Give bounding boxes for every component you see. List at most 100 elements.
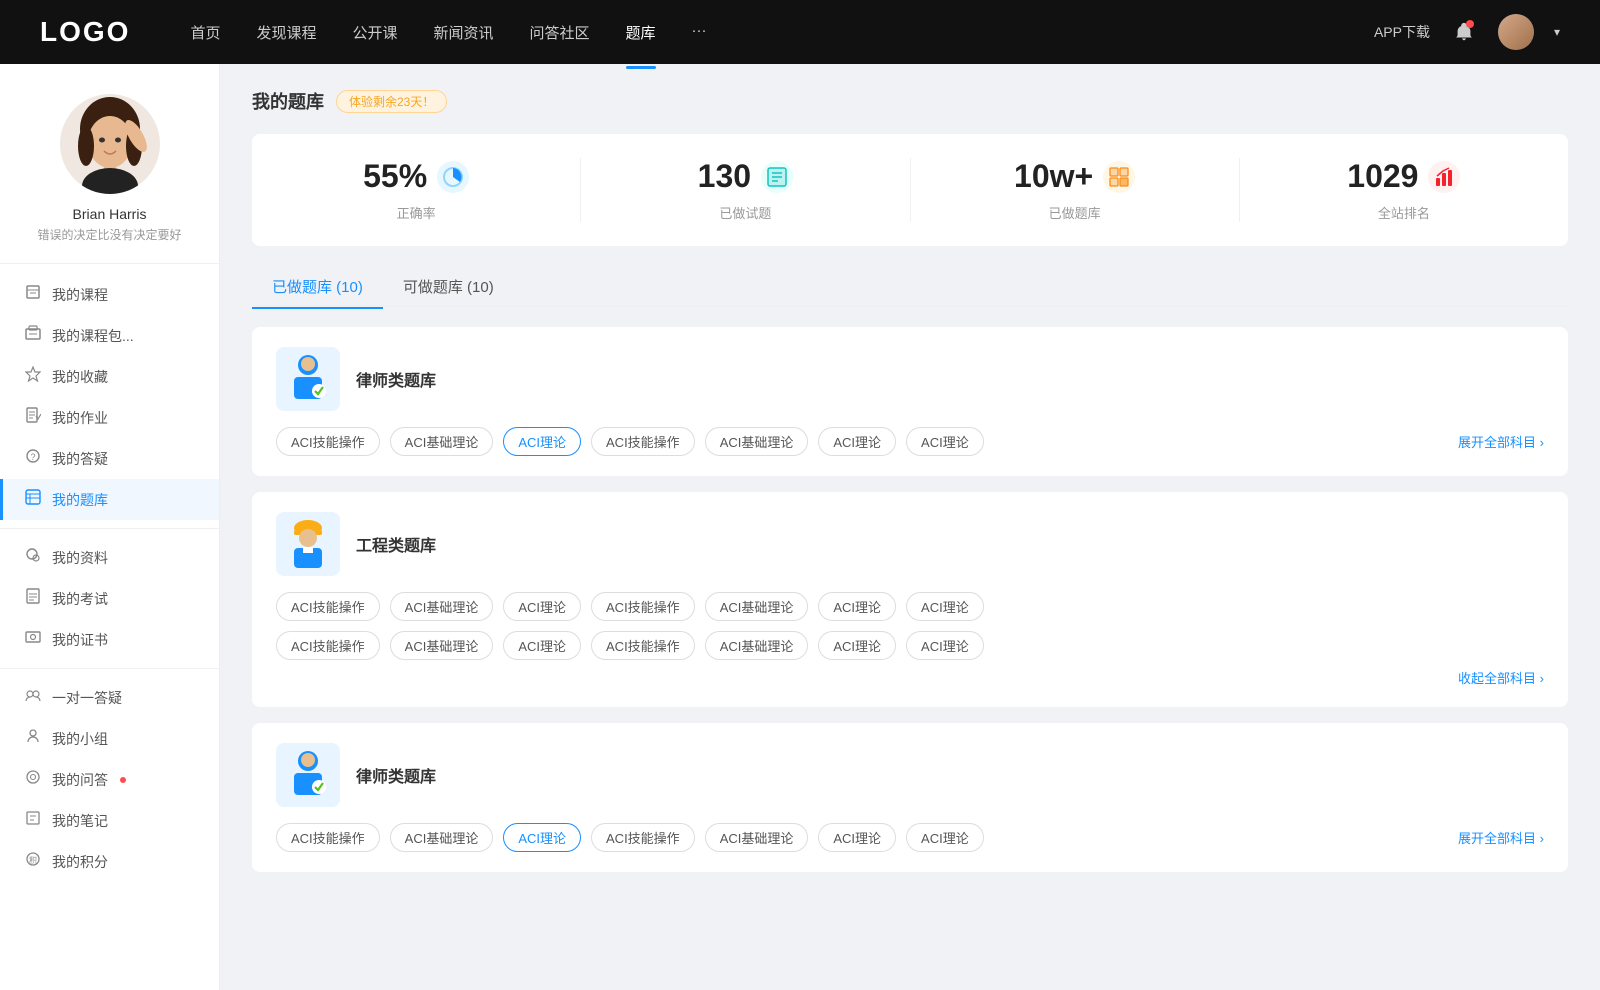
notification-dot <box>1466 20 1474 28</box>
qbank-icon-lawyer-2 <box>276 743 340 807</box>
subject-tag[interactable]: ACI理论 <box>818 823 896 852</box>
stat-done-questions-value: 130 <box>698 158 751 195</box>
sidebar-item-certificate[interactable]: 我的证书 <box>0 619 219 660</box>
sidebar-label-package: 我的课程包... <box>52 326 134 346</box>
notification-bell[interactable] <box>1450 18 1478 46</box>
sidebar-item-one2one[interactable]: 一对一答疑 <box>0 677 219 718</box>
top-navigation: LOGO 首页 发现课程 公开课 新闻资讯 问答社区 题库 ··· APP下载 … <box>0 0 1600 64</box>
stat-done-banks-value: 10w+ <box>1014 158 1093 195</box>
stat-accuracy-value: 55% <box>363 158 427 195</box>
sidebar-label-exam: 我的考试 <box>52 589 108 609</box>
nav-question-bank[interactable]: 题库 <box>626 18 656 47</box>
tab-available-banks[interactable]: 可做题库 (10) <box>383 266 514 307</box>
subject-tag[interactable]: ACI技能操作 <box>276 592 380 621</box>
exam-icon <box>24 588 42 609</box>
qbank-card-2: 工程类题库 ACI技能操作 ACI基础理论 ACI理论 ACI技能操作 ACI基… <box>252 492 1568 707</box>
subject-tag[interactable]: ACI理论 <box>906 427 984 456</box>
qbank-icon-lawyer-1 <box>276 347 340 411</box>
sidebar-item-qbank[interactable]: 我的题库 <box>0 479 219 520</box>
stat-accuracy-label: 正确率 <box>397 203 436 222</box>
sidebar-label-favorites: 我的收藏 <box>52 367 108 387</box>
subject-tag[interactable]: ACI技能操作 <box>276 823 380 852</box>
lawyer-figure-icon-2 <box>284 749 332 801</box>
sidebar-label-points: 我的积分 <box>52 852 108 872</box>
qbank-icon <box>24 489 42 510</box>
homework-icon <box>24 407 42 428</box>
subject-tag[interactable]: ACI基础理论 <box>705 631 809 660</box>
subject-tag[interactable]: ACI基础理论 <box>705 427 809 456</box>
subject-tag[interactable]: ACI理论 <box>818 427 896 456</box>
app-download-button[interactable]: APP下载 <box>1374 22 1430 42</box>
subject-tag-active[interactable]: ACI理论 <box>503 823 581 852</box>
subject-tag[interactable]: ACI理论 <box>818 592 896 621</box>
subject-tag[interactable]: ACI基础理论 <box>390 631 494 660</box>
subject-tag[interactable]: ACI技能操作 <box>591 631 695 660</box>
sidebar-profile: Brian Harris 错误的决定比没有决定要好 <box>0 84 219 264</box>
sidebar-item-package[interactable]: 我的课程包... <box>0 315 219 356</box>
lawyer-figure-icon <box>284 353 332 405</box>
nav-more[interactable]: ··· <box>692 18 707 47</box>
stat-done-banks: 10w+ 已做题库 <box>911 158 1240 222</box>
subject-tag[interactable]: ACI技能操作 <box>276 631 380 660</box>
page-title: 我的题库 <box>252 88 324 114</box>
user-menu-arrow[interactable]: ▾ <box>1554 25 1560 39</box>
subject-tag[interactable]: ACI理论 <box>818 631 896 660</box>
collapse-link-2: 收起全部科目 › <box>276 668 1544 687</box>
sidebar-item-course[interactable]: 我的课程 <box>0 274 219 315</box>
sidebar-item-homework[interactable]: 我的作业 <box>0 397 219 438</box>
svg-text:?: ? <box>30 452 35 462</box>
qbank-title-2: 工程类题库 <box>356 532 436 556</box>
sidebar: Brian Harris 错误的决定比没有决定要好 我的课程 我的课程包... <box>0 64 220 990</box>
user-avatar[interactable] <box>1498 14 1534 50</box>
stat-rank: 1029 全站排名 <box>1240 158 1568 222</box>
sidebar-item-question[interactable]: 我的问答 <box>0 759 219 800</box>
subjects-row-3: ACI技能操作 ACI基础理论 ACI理论 ACI技能操作 ACI基础理论 AC… <box>276 823 1544 852</box>
logo: LOGO <box>40 16 130 48</box>
sidebar-item-favorites[interactable]: 我的收藏 <box>0 356 219 397</box>
sidebar-item-qa[interactable]: ? 我的答疑 <box>0 438 219 479</box>
unread-dot <box>120 777 126 783</box>
sidebar-item-group[interactable]: 我的小组 <box>0 718 219 759</box>
nav-discover[interactable]: 发现课程 <box>256 18 316 47</box>
subject-tag[interactable]: ACI基础理论 <box>705 823 809 852</box>
subject-tag[interactable]: ACI理论 <box>906 592 984 621</box>
nav-home[interactable]: 首页 <box>190 18 220 47</box>
sidebar-label-one2one: 一对一答疑 <box>52 688 122 708</box>
main-layout: Brian Harris 错误的决定比没有决定要好 我的课程 我的课程包... <box>0 64 1600 990</box>
nav-right: APP下载 ▾ <box>1374 14 1560 50</box>
tab-done-banks[interactable]: 已做题库 (10) <box>252 266 383 307</box>
subject-tag[interactable]: ACI技能操作 <box>591 427 695 456</box>
subject-tag[interactable]: ACI理论 <box>503 631 581 660</box>
subject-tag[interactable]: ACI技能操作 <box>591 823 695 852</box>
subject-tag[interactable]: ACI理论 <box>906 823 984 852</box>
tabs-row: 已做题库 (10) 可做题库 (10) <box>252 266 1568 307</box>
sidebar-item-material[interactable]: 我的资料 <box>0 537 219 578</box>
subject-tag[interactable]: ACI理论 <box>503 592 581 621</box>
subject-tag[interactable]: ACI基础理论 <box>390 427 494 456</box>
nav-qa[interactable]: 问答社区 <box>530 18 590 47</box>
nav-open-course[interactable]: 公开课 <box>352 18 397 47</box>
stats-row: 55% 正确率 130 <box>252 134 1568 246</box>
avatar-image <box>60 94 160 194</box>
one2one-icon <box>24 687 42 708</box>
svg-text:积: 积 <box>29 855 37 865</box>
engineer-figure-icon <box>284 518 332 570</box>
collapse-button-2[interactable]: 收起全部科目 › <box>1458 668 1544 687</box>
profile-avatar <box>60 94 160 194</box>
sidebar-item-exam[interactable]: 我的考试 <box>0 578 219 619</box>
subject-tag[interactable]: ACI基础理论 <box>705 592 809 621</box>
subject-tag[interactable]: ACI技能操作 <box>591 592 695 621</box>
subject-tag-active[interactable]: ACI理论 <box>503 427 581 456</box>
qbank-title-1: 律师类题库 <box>356 367 436 391</box>
subject-tag[interactable]: ACI技能操作 <box>276 427 380 456</box>
subject-tag[interactable]: ACI理论 <box>906 631 984 660</box>
sidebar-item-note[interactable]: 我的笔记 <box>0 800 219 841</box>
subject-tag[interactable]: ACI基础理论 <box>390 592 494 621</box>
expand-link-3[interactable]: 展开全部科目 › <box>1458 828 1544 847</box>
material-icon <box>24 547 42 568</box>
subject-tag[interactable]: ACI基础理论 <box>390 823 494 852</box>
expand-link-1[interactable]: 展开全部科目 › <box>1458 432 1544 451</box>
nav-news[interactable]: 新闻资讯 <box>434 18 494 47</box>
subjects-row-2a: ACI技能操作 ACI基础理论 ACI理论 ACI技能操作 ACI基础理论 AC… <box>276 592 1544 621</box>
sidebar-item-points[interactable]: 积 我的积分 <box>0 841 219 882</box>
